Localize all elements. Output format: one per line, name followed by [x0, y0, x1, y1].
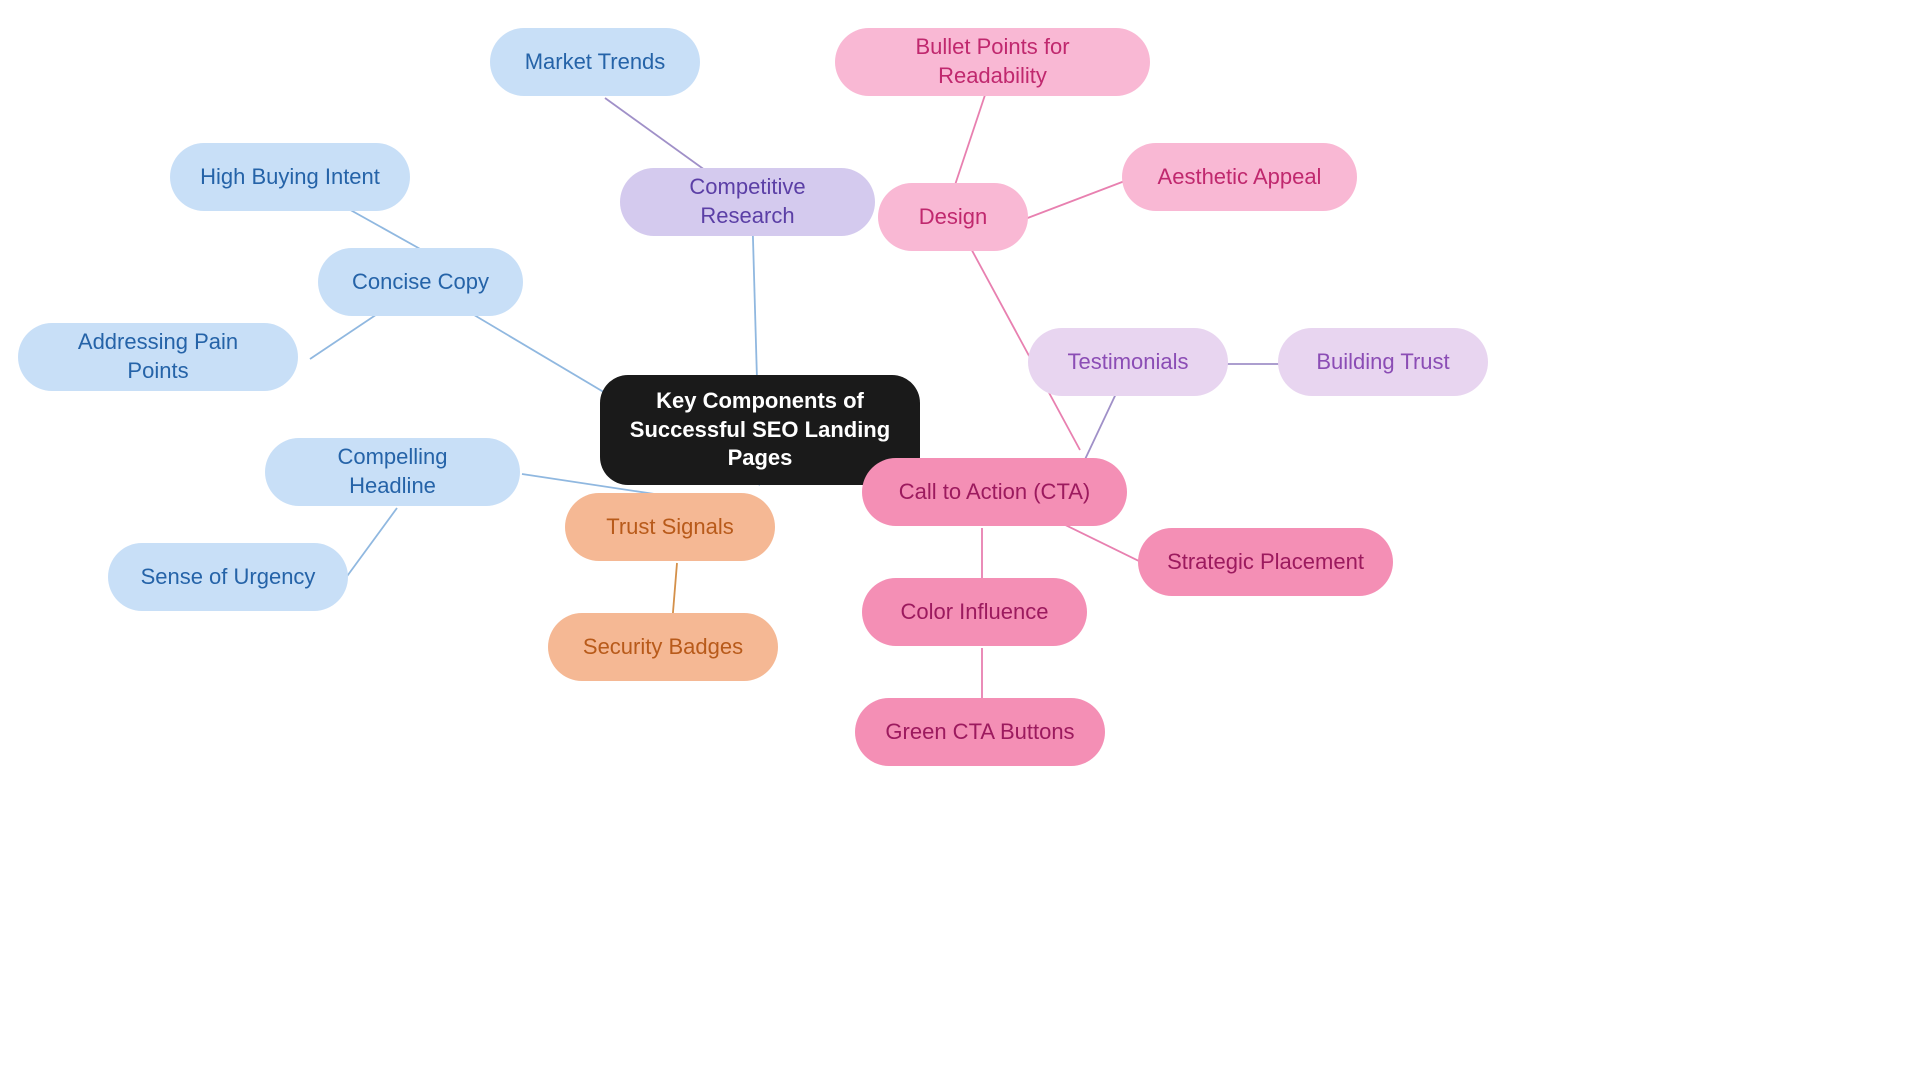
- competitive-research-label: Competitive Research: [648, 173, 847, 230]
- market-trends-label: Market Trends: [525, 48, 666, 77]
- concise-copy-node: Concise Copy: [318, 248, 523, 316]
- trust-signals-node: Trust Signals: [565, 493, 775, 561]
- security-badges-node: Security Badges: [548, 613, 778, 681]
- building-trust-node: Building Trust: [1278, 328, 1488, 396]
- strategic-placement-node: Strategic Placement: [1138, 528, 1393, 596]
- center-label: Key Components of Successful SEO Landing…: [628, 387, 892, 473]
- cta-node: Call to Action (CTA): [862, 458, 1127, 526]
- addressing-pain-node: Addressing Pain Points: [18, 323, 298, 391]
- building-trust-label: Building Trust: [1316, 348, 1449, 377]
- sense-of-urgency-node: Sense of Urgency: [108, 543, 348, 611]
- trust-signals-label: Trust Signals: [606, 513, 734, 542]
- bullet-points-node: Bullet Points for Readability: [835, 28, 1150, 96]
- color-influence-node: Color Influence: [862, 578, 1087, 646]
- aesthetic-appeal-node: Aesthetic Appeal: [1122, 143, 1357, 211]
- testimonials-node: Testimonials: [1028, 328, 1228, 396]
- strategic-placement-label: Strategic Placement: [1167, 548, 1364, 577]
- green-cta-node: Green CTA Buttons: [855, 698, 1105, 766]
- security-badges-label: Security Badges: [583, 633, 743, 662]
- design-node: Design: [878, 183, 1028, 251]
- testimonials-label: Testimonials: [1067, 348, 1188, 377]
- addressing-pain-label: Addressing Pain Points: [46, 328, 270, 385]
- green-cta-label: Green CTA Buttons: [885, 718, 1074, 747]
- bullet-points-label: Bullet Points for Readability: [863, 33, 1122, 90]
- high-buying-intent-label: High Buying Intent: [200, 163, 380, 192]
- design-label: Design: [919, 203, 987, 232]
- compelling-headline-label: Compelling Headline: [293, 443, 492, 500]
- competitive-research-node: Competitive Research: [620, 168, 875, 236]
- cta-label: Call to Action (CTA): [899, 478, 1091, 507]
- market-trends-node: Market Trends: [490, 28, 700, 96]
- compelling-headline-node: Compelling Headline: [265, 438, 520, 506]
- sense-of-urgency-label: Sense of Urgency: [141, 563, 316, 592]
- color-influence-label: Color Influence: [901, 598, 1049, 627]
- high-buying-intent-node: High Buying Intent: [170, 143, 410, 211]
- aesthetic-appeal-label: Aesthetic Appeal: [1158, 163, 1322, 192]
- concise-copy-label: Concise Copy: [352, 268, 489, 297]
